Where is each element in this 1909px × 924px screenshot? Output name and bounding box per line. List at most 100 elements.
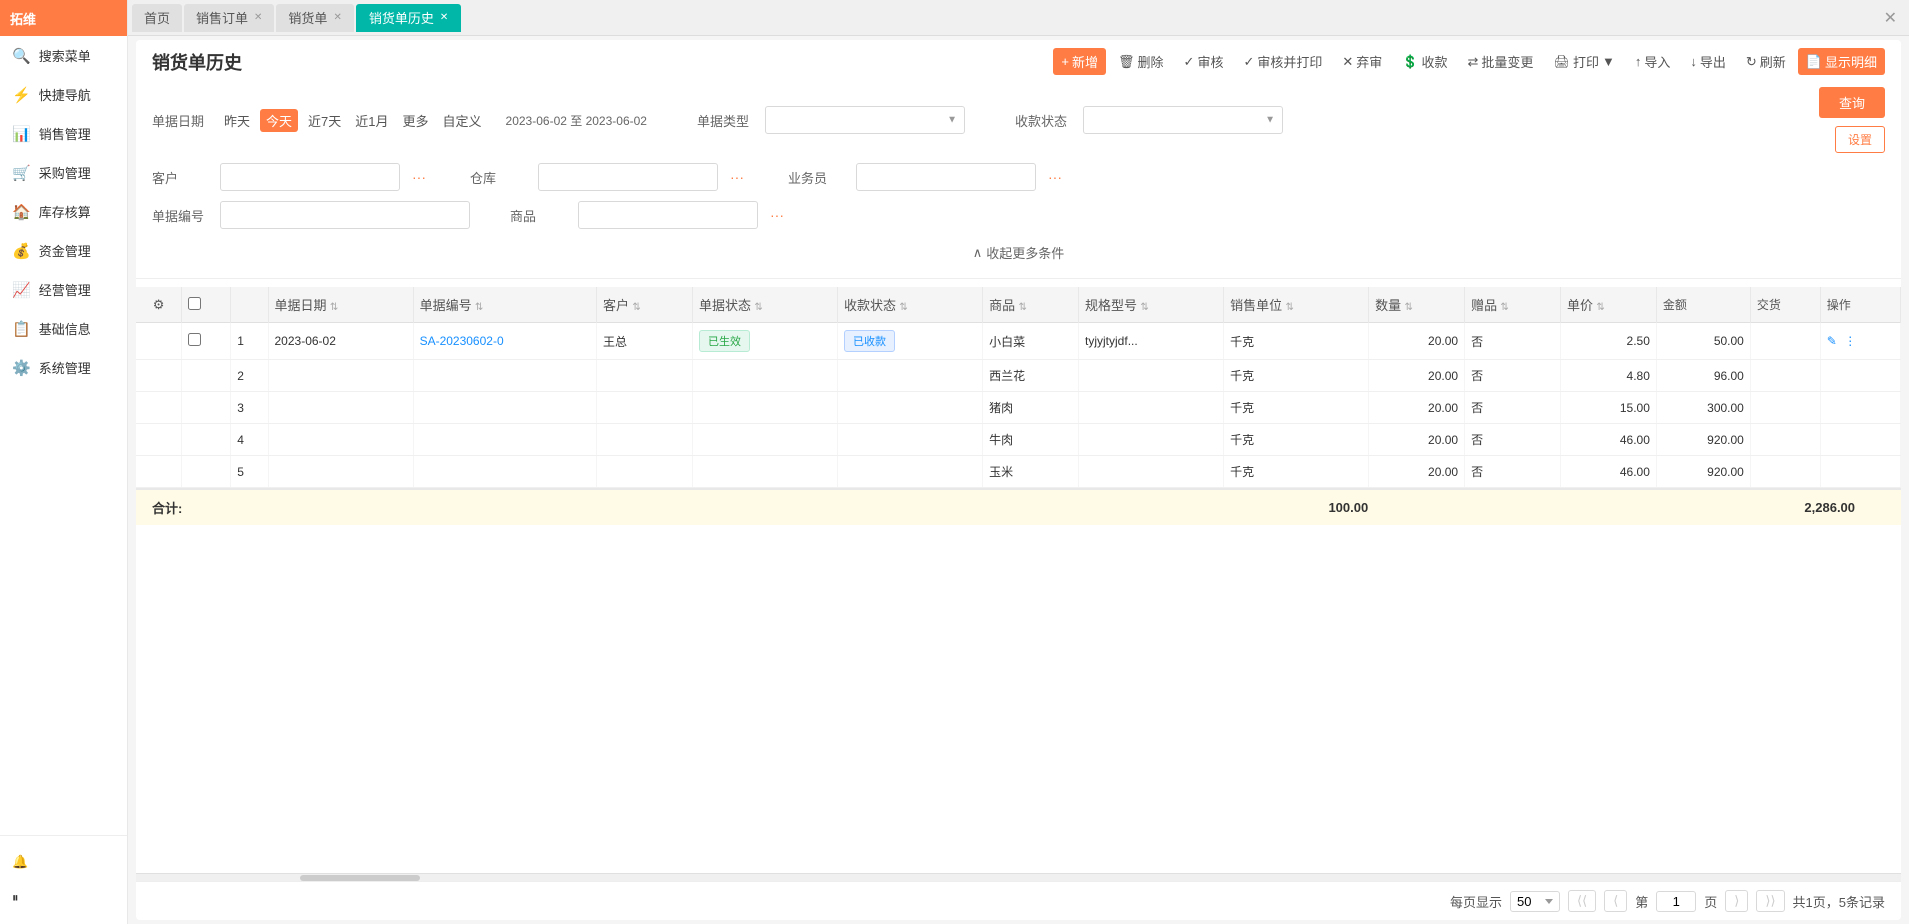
tab-sales-goods[interactable]: 销货单 ✕ <box>276 4 353 32</box>
sort-customer-icon: ⇅ <box>632 302 640 313</box>
query-button[interactable]: 查询 <box>1819 87 1885 118</box>
tab-sales-order[interactable]: 销售订单 ✕ <box>184 4 274 32</box>
select-all-checkbox[interactable] <box>188 297 201 310</box>
abandon-button[interactable]: ✕ 弃审 <box>1334 48 1390 75</box>
batch-change-button[interactable]: ⇄ 批量变更 <box>1460 48 1542 75</box>
refresh-icon: ↻ <box>1746 54 1757 70</box>
salesperson-dots-btn[interactable]: ··· <box>1044 167 1066 187</box>
refresh-button[interactable]: ↻ 刷新 <box>1738 48 1794 75</box>
audit-button[interactable]: ✓ 审核 <box>1176 48 1232 75</box>
more-action[interactable]: ⋮ <box>1844 334 1856 348</box>
cell-qty: 20.00 <box>1369 360 1465 392</box>
tab-sales-history[interactable]: 销货单历史 ✕ <box>356 4 461 32</box>
th-pay-status[interactable]: 收款状态 ⇅ <box>838 287 983 323</box>
product-input[interactable] <box>578 201 758 229</box>
next-page-btn[interactable]: ⟩ <box>1725 890 1748 912</box>
cell-unit: 千克 <box>1224 392 1369 424</box>
sidebar-item-operations[interactable]: 📈 经营管理 <box>0 270 127 309</box>
sidebar-item-purchase-mgmt[interactable]: 🛒 采购管理 <box>0 153 127 192</box>
cell-rownum: 2 <box>231 360 268 392</box>
sort-spec-icon: ⇅ <box>1140 302 1148 313</box>
th-doc-no[interactable]: 单据编号 ⇅ <box>413 287 596 323</box>
show-detail-button[interactable]: 📄 显示明细 <box>1798 48 1885 75</box>
page-input[interactable] <box>1656 891 1696 912</box>
sidebar-item-system-mgmt[interactable]: ⚙️ 系统管理 <box>0 348 127 387</box>
cell-checkbox[interactable] <box>182 456 231 488</box>
collect-button[interactable]: 💲 收款 <box>1394 48 1455 75</box>
th-unit[interactable]: 销售单位 ⇅ <box>1224 287 1369 323</box>
customer-input[interactable] <box>220 163 400 191</box>
sidebar-item-quick-nav[interactable]: ⚡ 快捷导航 <box>0 75 127 114</box>
th-price[interactable]: 单价 ⇅ <box>1560 287 1656 323</box>
horizontal-scrollbar[interactable] <box>136 873 1901 881</box>
cell-doc-no[interactable] <box>413 456 596 488</box>
cell-amount: 920.00 <box>1656 424 1750 456</box>
date-btn-today[interactable]: 今天 <box>260 109 298 132</box>
sidebar-item-inventory[interactable]: 🏠 库存核算 <box>0 192 127 231</box>
th-spec[interactable]: 规格型号 ⇅ <box>1079 287 1224 323</box>
th-doc-date[interactable]: 单据日期 ⇅ <box>268 287 413 323</box>
export-button[interactable]: ↓ 导出 <box>1682 48 1734 75</box>
product-label: 商品 <box>510 206 570 225</box>
new-button[interactable]: + 新增 <box>1053 48 1106 75</box>
th-doc-status[interactable]: 单据状态 ⇅ <box>692 287 837 323</box>
th-amount: 金额 <box>1656 287 1750 323</box>
last-page-btn[interactable]: ⟩⟩ <box>1756 890 1784 912</box>
th-qty[interactable]: 数量 ⇅ <box>1369 287 1465 323</box>
cell-actions <box>1820 456 1900 488</box>
warehouse-dots-btn[interactable]: ··· <box>726 167 748 187</box>
cell-doc-no[interactable] <box>413 392 596 424</box>
cell-doc-no[interactable]: SA-20230602-0 <box>413 323 596 360</box>
doc-type-select[interactable] <box>765 106 965 134</box>
th-product[interactable]: 商品 ⇅ <box>983 287 1079 323</box>
date-btn-1month[interactable]: 近1月 <box>351 109 392 132</box>
print-button[interactable]: 🖨 打印 ▼ <box>1545 48 1622 75</box>
set-button[interactable]: 设置 <box>1835 126 1885 153</box>
cell-doc-no[interactable] <box>413 360 596 392</box>
filter-row-2: 客户 ··· 仓库 ··· 业务员 ··· <box>152 163 1885 191</box>
date-range-value: 2023-06-02 至 2023-06-02 <box>506 112 647 129</box>
prev-page-btn[interactable]: ⟨ <box>1604 890 1627 912</box>
sidebar-item-basic-info[interactable]: 📋 基础信息 <box>0 309 127 348</box>
close-tab-sales-goods[interactable]: ✕ <box>333 12 341 23</box>
cell-checkbox[interactable] <box>182 424 231 456</box>
first-page-btn[interactable]: ⟨⟨ <box>1568 890 1596 912</box>
edit-action[interactable]: ✎ <box>1827 334 1837 348</box>
sidebar-notification[interactable]: 🔔 <box>0 844 127 880</box>
product-dots-btn[interactable]: ··· <box>766 205 788 225</box>
per-page-select[interactable]: 50 10 20 100 <box>1510 891 1560 912</box>
salesperson-input[interactable] <box>856 163 1036 191</box>
cell-checkbox[interactable] <box>182 360 231 392</box>
audit-print-button[interactable]: ✓ 审核并打印 <box>1235 48 1330 75</box>
th-customer[interactable]: 客户 ⇅ <box>597 287 693 323</box>
import-icon: ↑ <box>1635 54 1642 69</box>
tab-home[interactable]: 首页 <box>132 4 182 32</box>
import-button[interactable]: ↑ 导入 <box>1627 48 1679 75</box>
date-btn-yesterday[interactable]: 昨天 <box>220 109 254 132</box>
sidebar-pause[interactable]: ⏸ <box>0 880 127 916</box>
close-tab-sales-history[interactable]: ✕ <box>440 12 448 23</box>
cell-doc-no[interactable] <box>413 424 596 456</box>
header-area: 销货单历史 + 新增 🗑 删除 ✓ 审核 ✓ <box>136 40 1901 75</box>
close-tab-sales-order[interactable]: ✕ <box>254 12 262 23</box>
close-all-tabs[interactable]: ✕ <box>1876 8 1905 28</box>
th-checkbox[interactable] <box>182 287 231 323</box>
warehouse-input[interactable] <box>538 163 718 191</box>
date-btn-custom[interactable]: 自定义 <box>439 109 486 132</box>
date-btn-more[interactable]: 更多 <box>399 109 433 132</box>
th-settings[interactable]: ⚙ <box>136 287 182 323</box>
cell-checkbox[interactable] <box>182 392 231 424</box>
row-checkbox[interactable] <box>188 333 201 346</box>
customer-dots-btn[interactable]: ··· <box>408 167 430 187</box>
th-gift[interactable]: 赠品 ⇅ <box>1465 287 1561 323</box>
doc-no-input[interactable] <box>220 201 470 229</box>
collapse-btn[interactable]: ∧ 收起更多条件 <box>152 239 1885 266</box>
sidebar-item-sales-mgmt[interactable]: 📊 销售管理 <box>0 114 127 153</box>
cell-pay-status <box>838 424 983 456</box>
delete-button[interactable]: 🗑 删除 <box>1110 48 1172 75</box>
date-btn-7days[interactable]: 近7天 <box>304 109 345 132</box>
sidebar-item-search-menu[interactable]: 🔍 搜索菜单 <box>0 36 127 75</box>
cell-checkbox[interactable] <box>182 323 231 360</box>
sidebar-item-finance[interactable]: 💰 资金管理 <box>0 231 127 270</box>
payment-status-select[interactable] <box>1083 106 1283 134</box>
